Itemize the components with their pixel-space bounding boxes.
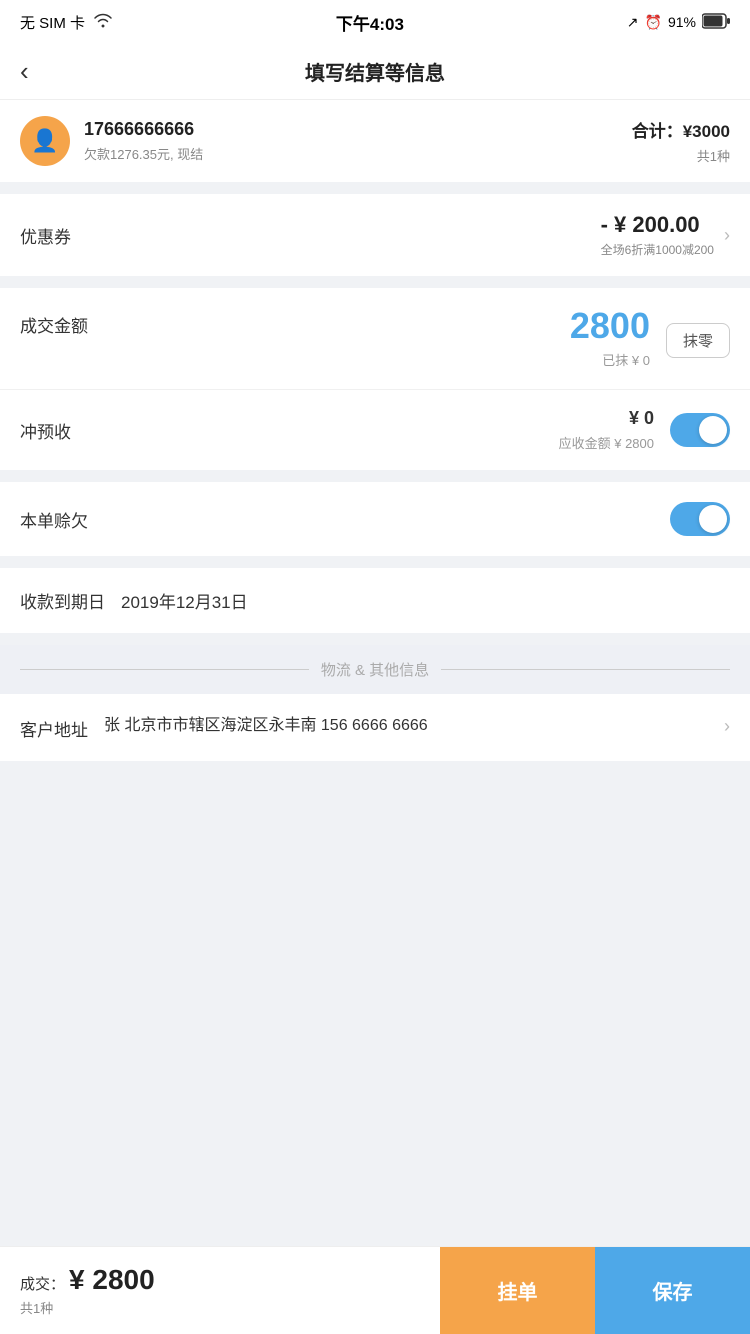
user-left: 👤 17666666666 欠款1276.35元, 现结 bbox=[20, 116, 203, 166]
nav-bar: ‹ 填写结算等信息 bbox=[0, 44, 750, 100]
deal-sub: 已抹 ¥ 0 bbox=[570, 350, 650, 369]
status-time: 下午4:03 bbox=[336, 10, 404, 35]
prepay-label: 冲预收 bbox=[20, 418, 71, 443]
total-amount: 合计：¥3000 bbox=[632, 117, 730, 142]
deal-right: 2800 已抹 ¥ 0 抹零 bbox=[570, 308, 730, 369]
item-count: 共1种 bbox=[632, 146, 730, 165]
status-right: ↗ ⏰ 91% bbox=[627, 13, 730, 32]
coupon-chevron-icon: › bbox=[724, 225, 730, 246]
battery-icon bbox=[702, 13, 730, 32]
status-left: 无 SIM 卡 bbox=[20, 12, 113, 33]
address-section[interactable]: 客户地址 张 北京市市辖区海淀区永丰南 156 6666 6666 › bbox=[0, 694, 750, 761]
prepay-amount: ¥ 0 bbox=[559, 408, 654, 429]
user-info-section: 👤 17666666666 欠款1276.35元, 现结 合计：¥3000 共1… bbox=[0, 100, 750, 182]
signal-icon: 无 SIM 卡 bbox=[20, 12, 85, 33]
coupon-section[interactable]: 优惠券 - ¥ 200.00 全场6折满1000减200 › bbox=[0, 194, 750, 276]
deal-amount-block: 2800 已抹 ¥ 0 bbox=[570, 308, 650, 369]
logistics-label: 物流 & 其他信息 bbox=[321, 659, 429, 680]
coupon-label: 优惠券 bbox=[20, 223, 71, 248]
hang-label: 挂单 bbox=[498, 1276, 538, 1305]
deal-amount-value: 2800 bbox=[570, 308, 650, 344]
prepay-sub: 应收金额 ¥ 2800 bbox=[559, 433, 654, 452]
coupon-value-block: - ¥ 200.00 全场6折满1000减200 bbox=[601, 212, 714, 258]
user-subtext: 欠款1276.35元, 现结 bbox=[84, 144, 203, 163]
bottom-amount: ¥ 2800 bbox=[69, 1264, 155, 1296]
avatar: 👤 bbox=[20, 116, 70, 166]
bottom-spacer bbox=[0, 773, 750, 893]
avatar-icon: 👤 bbox=[31, 128, 58, 154]
address-label: 客户地址 bbox=[20, 714, 88, 741]
wifi-icon bbox=[93, 12, 113, 32]
prepay-toggle[interactable] bbox=[670, 413, 730, 447]
due-date-label: 收款到期日 bbox=[20, 588, 105, 613]
due-date-value: 2019年12月31日 bbox=[121, 588, 248, 613]
coupon-right: - ¥ 200.00 全场6折满1000减200 › bbox=[601, 212, 730, 258]
prepay-right: ¥ 0 应收金额 ¥ 2800 bbox=[559, 408, 730, 452]
user-total: 合计：¥3000 共1种 bbox=[632, 117, 730, 165]
hang-button[interactable]: 挂单 bbox=[440, 1247, 595, 1334]
deal-section: 成交金额 2800 已抹 ¥ 0 抹零 冲预收 ¥ 0 应收金额 ¥ 2800 bbox=[0, 288, 750, 470]
bottom-bar: 成交： ¥ 2800 共1种 挂单 保存 bbox=[0, 1246, 750, 1334]
prepay-amount-block: ¥ 0 应收金额 ¥ 2800 bbox=[559, 408, 654, 452]
bottom-left: 成交： ¥ 2800 共1种 bbox=[0, 1264, 440, 1317]
alarm-icon: ⏰ bbox=[645, 14, 662, 31]
battery-text: 91% bbox=[668, 14, 696, 30]
prepay-row: 冲预收 ¥ 0 应收金额 ¥ 2800 bbox=[0, 390, 750, 470]
debt-section: 本单赊欠 bbox=[0, 482, 750, 556]
user-details: 17666666666 欠款1276.35元, 现结 bbox=[84, 119, 203, 163]
save-button[interactable]: 保存 bbox=[595, 1247, 750, 1334]
bottom-count: 共1种 bbox=[20, 1298, 420, 1317]
round-button[interactable]: 抹零 bbox=[666, 323, 730, 358]
divider-line-left bbox=[20, 669, 309, 670]
page-title: 填写结算等信息 bbox=[305, 57, 445, 86]
address-content: 张 北京市市辖区海淀区永丰南 156 6666 6666 bbox=[104, 714, 714, 738]
bottom-deal-label: 成交： bbox=[20, 1273, 65, 1294]
save-label: 保存 bbox=[653, 1276, 693, 1305]
location-icon: ↗ bbox=[627, 14, 639, 31]
status-bar: 无 SIM 卡 下午4:03 ↗ ⏰ 91% bbox=[0, 0, 750, 44]
divider-line-right bbox=[441, 669, 730, 670]
logistics-divider: 物流 & 其他信息 bbox=[0, 645, 750, 694]
due-date-section: 收款到期日 2019年12月31日 bbox=[0, 568, 750, 633]
debt-toggle[interactable] bbox=[670, 502, 730, 536]
debt-label: 本单赊欠 bbox=[20, 507, 88, 532]
user-phone: 17666666666 bbox=[84, 119, 203, 140]
bottom-deal-row: 成交： ¥ 2800 bbox=[20, 1264, 420, 1296]
back-button[interactable]: ‹ bbox=[20, 56, 29, 87]
coupon-amount: - ¥ 200.00 bbox=[601, 212, 714, 238]
deal-amount-row: 成交金额 2800 已抹 ¥ 0 抹零 bbox=[0, 288, 750, 390]
address-chevron-icon: › bbox=[724, 714, 730, 737]
coupon-desc: 全场6折满1000减200 bbox=[601, 241, 714, 258]
deal-label: 成交金额 bbox=[20, 308, 88, 337]
